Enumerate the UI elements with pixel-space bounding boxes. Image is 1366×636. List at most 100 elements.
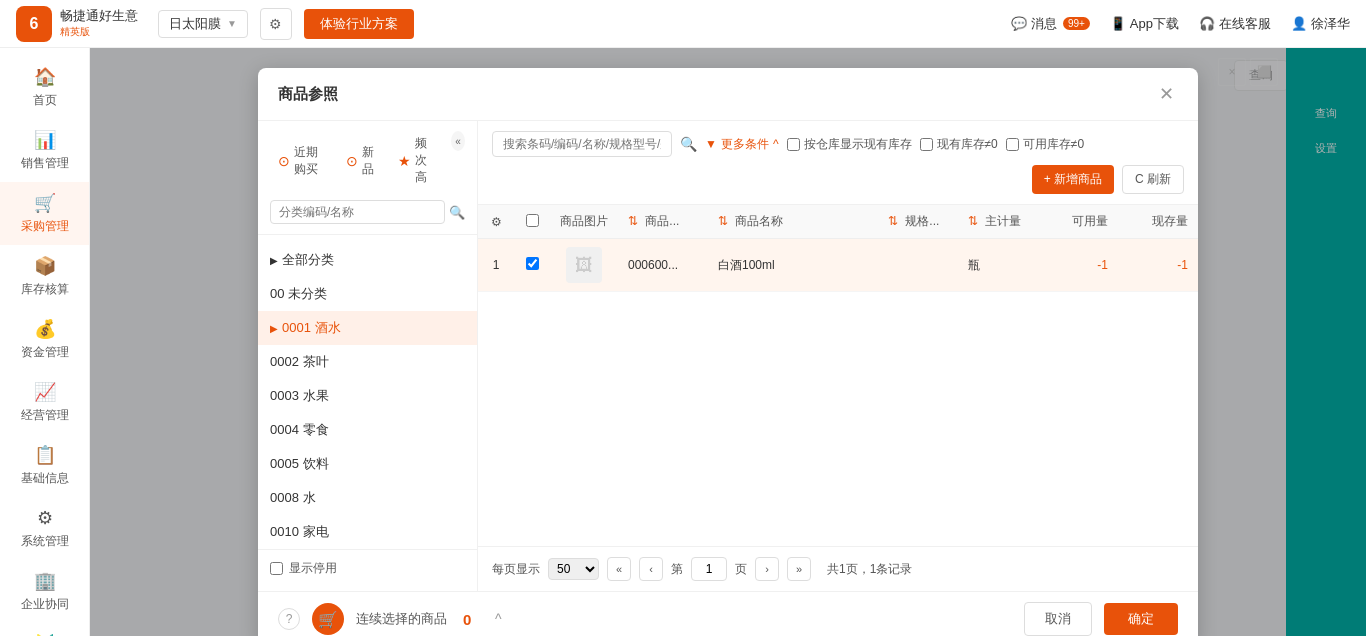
chevron-down-icon: ▼: [227, 18, 237, 29]
modal-close-button[interactable]: ✕: [1154, 82, 1178, 106]
prev-page-icon: ‹: [649, 563, 653, 575]
nav-selector[interactable]: 日太阳膜 ▼: [158, 10, 248, 38]
cell-stock: -1: [1118, 239, 1198, 292]
basic-icon: 📋: [34, 444, 56, 466]
filter-check2[interactable]: 现有库存≠0: [920, 136, 998, 153]
sidebar-item-enterprise[interactable]: 🏢 企业协同: [0, 560, 89, 623]
category-0008[interactable]: 0008 水: [258, 481, 477, 515]
check-warehouse-stock[interactable]: [787, 138, 800, 151]
category-0005[interactable]: 0005 饮料: [258, 447, 477, 481]
row-checkbox[interactable]: [526, 257, 539, 270]
page-number-input[interactable]: [691, 557, 727, 581]
sidebar-item-capital[interactable]: 💰 资金管理: [0, 308, 89, 371]
sales-icon: 📊: [34, 129, 56, 151]
question-icon: ?: [286, 612, 293, 626]
help-button[interactable]: ?: [278, 608, 300, 630]
online-service-button[interactable]: 🎧 在线客服: [1199, 15, 1271, 33]
message-icon: 💬: [1011, 16, 1027, 31]
collapse-footer-btn[interactable]: ^: [487, 608, 509, 630]
sort-unit-icon[interactable]: ⇅: [968, 214, 978, 228]
category-0004[interactable]: 0004 零食: [258, 413, 477, 447]
category-00[interactable]: 00 未分类: [258, 277, 477, 311]
sidebar-item-inventory[interactable]: 📦 库存核算: [0, 245, 89, 308]
check-nonzero-stock[interactable]: [920, 138, 933, 151]
pagination: 每页显示 50 100 200 « ‹: [478, 546, 1198, 591]
headset-icon: 🎧: [1199, 16, 1215, 31]
sidebar-item-sales[interactable]: 📊 销售管理: [0, 119, 89, 182]
refresh-button[interactable]: C 刷新: [1122, 165, 1184, 194]
operations-icon: 📈: [34, 381, 56, 403]
modal-title: 商品参照: [278, 85, 338, 104]
col-header-num: ⚙: [478, 205, 514, 239]
nav-right: 💬 消息 99+ 📱 App下载 🎧 在线客服 👤 徐泽华: [1011, 15, 1350, 33]
category-search-input[interactable]: [270, 200, 445, 224]
confirm-button[interactable]: 确定: [1104, 603, 1178, 635]
user-profile[interactable]: 👤 徐泽华: [1291, 15, 1350, 33]
product-search-icon[interactable]: 🔍: [680, 136, 697, 152]
cart-button[interactable]: 🛒: [312, 603, 344, 635]
add-product-button[interactable]: + 新增商品: [1032, 165, 1114, 194]
sidebar-item-system[interactable]: ⚙ 系统管理: [0, 497, 89, 560]
collapse-left-btn[interactable]: «: [451, 131, 465, 151]
sort-name-icon[interactable]: ⇅: [718, 214, 728, 228]
sidebar-item-home[interactable]: 🏠 首页: [0, 56, 89, 119]
cart-icon: 🛒: [318, 610, 338, 629]
recent-icon: ⊙: [278, 153, 290, 169]
filter-check1[interactable]: 按仓库显示现有库存: [787, 136, 912, 153]
check-nonzero-avail[interactable]: [1006, 138, 1019, 151]
next-page-icon: ›: [765, 563, 769, 575]
sidebar-item-guide[interactable]: 🔰 新手引导: [0, 623, 89, 636]
col-header-check: [514, 205, 550, 239]
category-0002[interactable]: 0002 茶叶: [258, 345, 477, 379]
new-product-btn[interactable]: ⊙ 新品: [338, 131, 382, 190]
logo-text-block: 畅捷通好生意 精英版: [60, 8, 138, 39]
enterprise-icon: 🏢: [34, 570, 56, 592]
recent-buy-btn[interactable]: ⊙ 近期购买: [270, 131, 330, 190]
settings-col-icon[interactable]: ⚙: [491, 215, 502, 229]
first-page-button[interactable]: «: [607, 557, 631, 581]
sidebar-label-system: 系统管理: [21, 533, 69, 550]
cancel-button[interactable]: 取消: [1024, 602, 1092, 636]
trial-button[interactable]: 体验行业方案: [304, 9, 414, 39]
more-filter-btn[interactable]: ▼ 更多条件 ^: [705, 136, 779, 153]
select-all-checkbox[interactable]: [526, 214, 539, 227]
gear-button[interactable]: ⚙: [260, 8, 292, 40]
category-0003[interactable]: 0003 水果: [258, 379, 477, 413]
sidebar-item-operations[interactable]: 📈 经营管理: [0, 371, 89, 434]
category-all[interactable]: ▶ 全部分类: [258, 243, 477, 277]
message-button[interactable]: 💬 消息 99+: [1011, 15, 1090, 33]
chevron-up-icon: ^: [495, 611, 502, 627]
category-search-row: 🔍: [258, 200, 477, 235]
left-panel: ⊙ 近期购买 ⊙ 新品 ★ 频次高: [258, 121, 478, 591]
page-size-select[interactable]: 50 100 200: [548, 558, 599, 580]
filter-check3[interactable]: 可用库存≠0: [1006, 136, 1084, 153]
category-0001[interactable]: ▶ 0001 酒水: [258, 311, 477, 345]
category-list: ▶ 全部分类 00 未分类 ▶ 0001 酒水 0002 茶: [258, 243, 477, 549]
sidebar: 🏠 首页 📊 销售管理 🛒 采购管理 📦 库存核算 💰 资金管理 📈 经营管理 …: [0, 48, 90, 636]
show-disabled-checkbox[interactable]: [270, 562, 283, 575]
col-header-spec: ⇅ 规格...: [878, 205, 958, 239]
app-download-button[interactable]: 📱 App下载: [1110, 15, 1179, 33]
category-0010[interactable]: 0010 家电: [258, 515, 477, 549]
sidebar-item-purchase[interactable]: 🛒 采购管理: [0, 182, 89, 245]
high-freq-btn[interactable]: ★ 频次高: [390, 131, 443, 190]
cell-img: 🖼: [550, 239, 618, 292]
expand-icon: ▶: [270, 255, 278, 266]
prev-page-button[interactable]: ‹: [639, 557, 663, 581]
home-icon: 🏠: [34, 66, 56, 88]
sort-spec-icon[interactable]: ⇅: [888, 214, 898, 228]
table-row[interactable]: 1 🖼: [478, 239, 1198, 292]
last-page-button[interactable]: »: [787, 557, 811, 581]
modal-overlay: 商品参照 ✕ ⊙ 近期购买: [90, 48, 1366, 636]
category-search-icon[interactable]: 🔍: [449, 205, 465, 220]
modal-footer: ? 🛒 连续选择的商品 0 ^ 取消 确定: [258, 591, 1198, 636]
product-thumbnail: 🖼: [566, 247, 602, 283]
cell-spec: [878, 239, 958, 292]
page-info: 共1页，1条记录: [827, 561, 912, 578]
close-icon: ✕: [1159, 83, 1174, 105]
sort-code-icon[interactable]: ⇅: [628, 214, 638, 228]
product-search-input[interactable]: [492, 131, 672, 157]
cell-check[interactable]: [514, 239, 550, 292]
sidebar-item-basic[interactable]: 📋 基础信息: [0, 434, 89, 497]
next-page-button[interactable]: ›: [755, 557, 779, 581]
